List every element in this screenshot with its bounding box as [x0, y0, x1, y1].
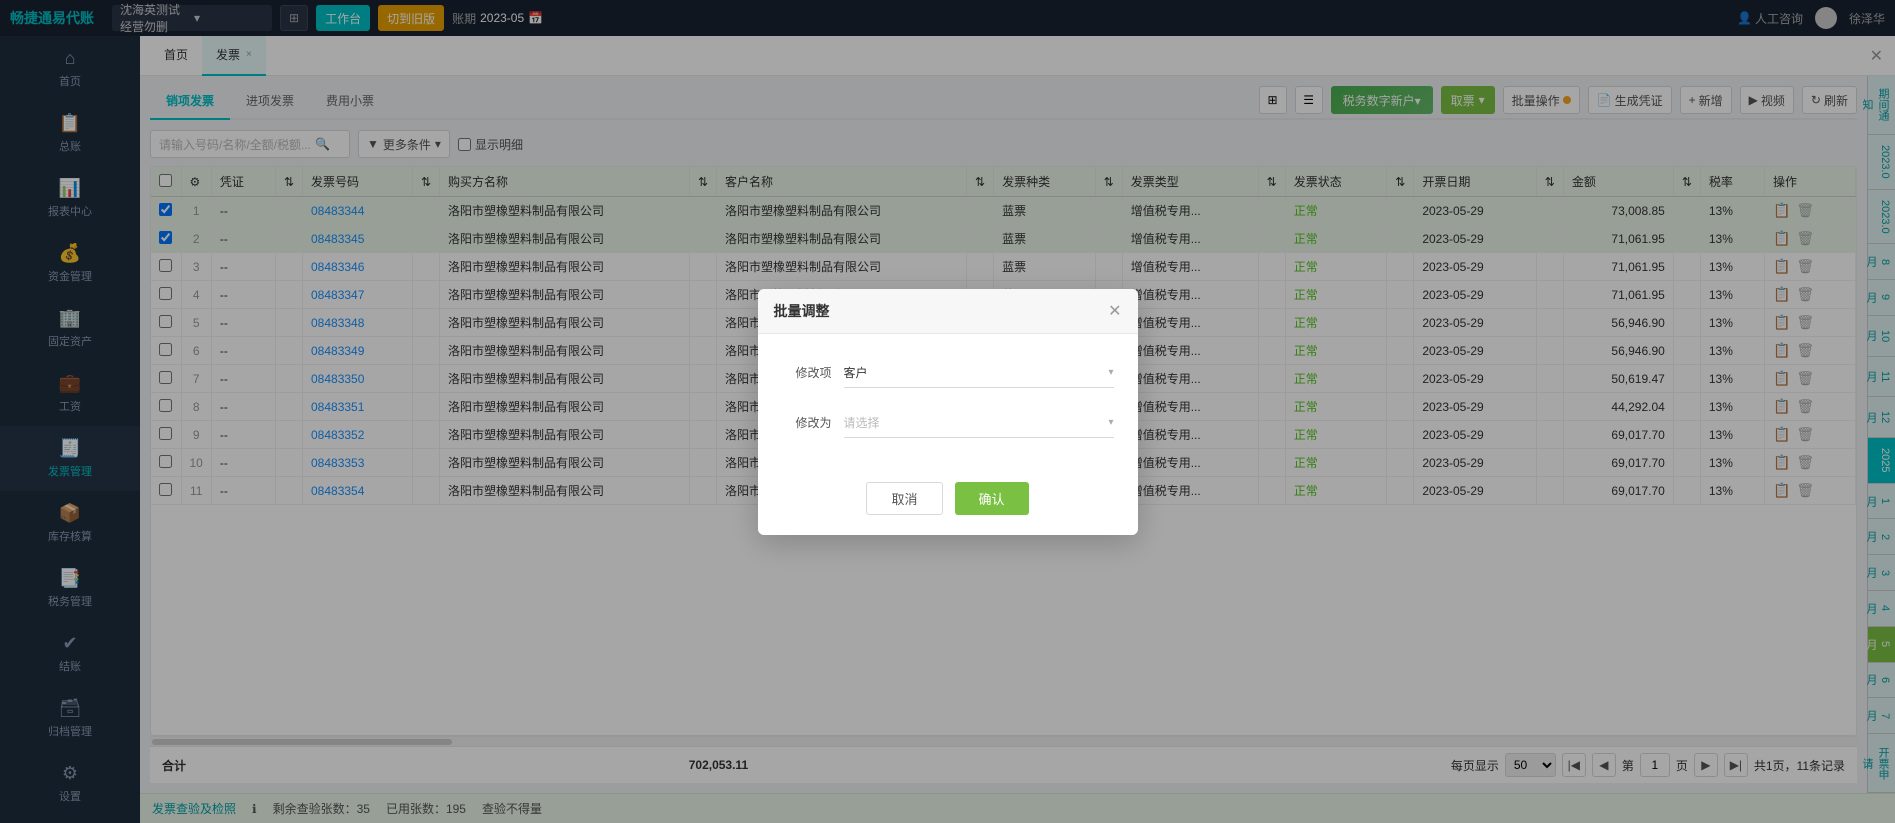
modal-header: 批量调整 ✕	[758, 289, 1138, 334]
modal-change-label: 修改为	[782, 414, 832, 431]
modal-field-select[interactable]: 客户 ▾	[844, 358, 1114, 388]
modal-cancel-btn[interactable]: 取消	[866, 482, 942, 515]
modal-confirm-btn[interactable]: 确认	[955, 482, 1029, 515]
modal-overlay: 批量调整 ✕ 修改项 客户 ▾ 修改为 请选择 ▾ 取消 确认	[0, 0, 1895, 823]
modal-change-row: 修改为 请选择 ▾	[782, 408, 1114, 438]
modal-title: 批量调整	[774, 301, 830, 321]
modal-field-dropdown-icon: ▾	[1108, 367, 1113, 378]
modal-footer: 取消 确认	[758, 474, 1138, 535]
modal-change-select[interactable]: 请选择 ▾	[844, 408, 1114, 438]
modal-field-label: 修改项	[782, 364, 832, 381]
modal-change-placeholder: 请选择	[844, 414, 880, 431]
modal-field-row: 修改项 客户 ▾	[782, 358, 1114, 388]
batch-adjust-modal: 批量调整 ✕ 修改项 客户 ▾ 修改为 请选择 ▾ 取消 确认	[758, 289, 1138, 535]
modal-body: 修改项 客户 ▾ 修改为 请选择 ▾	[758, 334, 1138, 474]
modal-close-btn[interactable]: ✕	[1108, 301, 1121, 321]
modal-change-dropdown-icon: ▾	[1108, 417, 1113, 428]
modal-field-value: 客户	[844, 364, 868, 381]
